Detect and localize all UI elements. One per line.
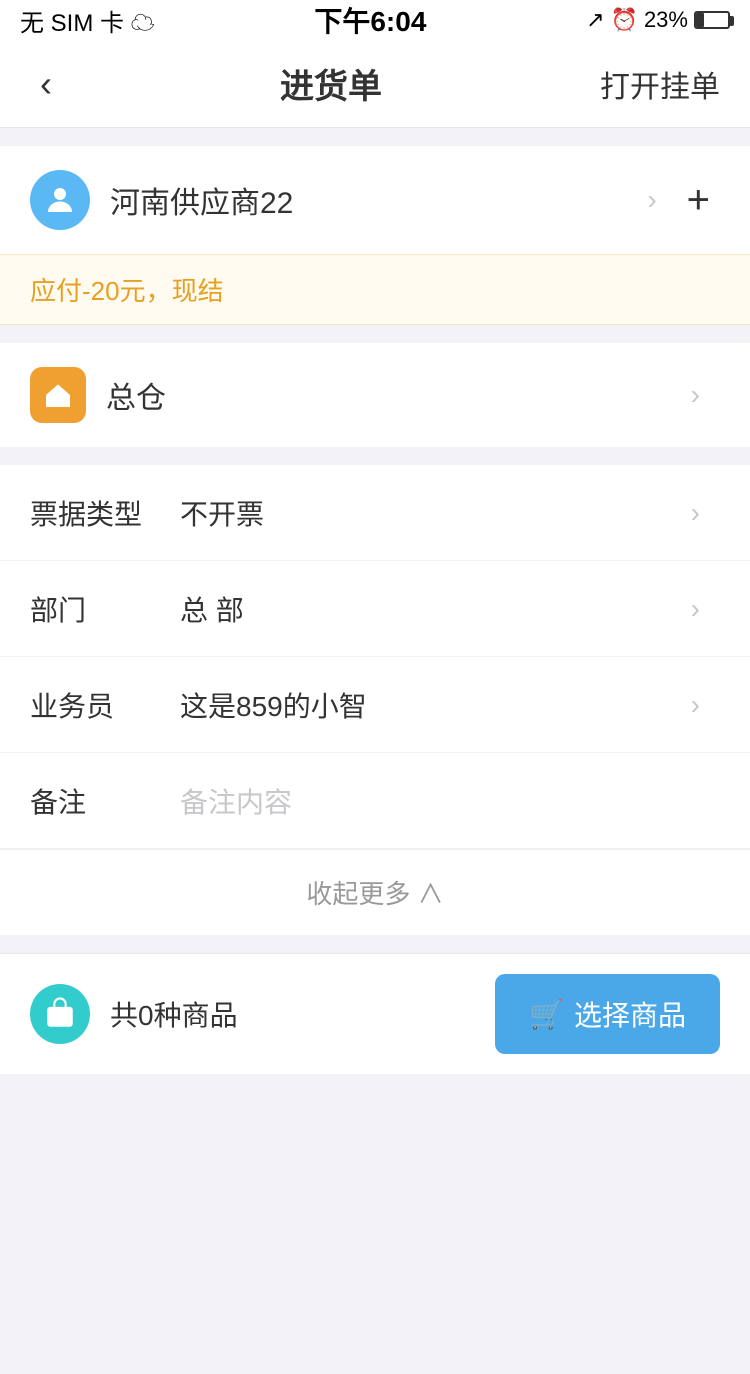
gap-1 [0, 128, 750, 146]
product-icon-circle [30, 984, 90, 1044]
select-product-label: 选择商品 [574, 994, 686, 1034]
invoice-type-chevron-icon: › [691, 497, 700, 529]
form-section: 票据类型 不开票 › 部门 总 部 › 业务员 这是859的小智 › 备注 备注… [0, 465, 750, 935]
add-supplier-button[interactable]: + [677, 178, 720, 223]
salesperson-chevron-icon: › [691, 689, 700, 721]
remark-label: 备注 [30, 781, 150, 821]
salesperson-value: 这是859的小智 [180, 685, 691, 725]
status-right: ↗ ⏰ 23% [586, 7, 730, 33]
invoice-type-value: 不开票 [180, 493, 691, 533]
salesperson-label: 业务员 [30, 685, 150, 725]
warehouse-name: 总仓 [106, 373, 691, 417]
warehouse-row[interactable]: 总仓 › [0, 343, 750, 447]
remark-row[interactable]: 备注 备注内容 [0, 753, 750, 849]
page-title: 进货单 [280, 59, 382, 108]
status-bar: 无 SIM 卡 ☁ 下午6:04 ↗ ⏰ 23% [0, 0, 750, 40]
battery-label: 23% [644, 7, 688, 33]
department-label: 部门 [30, 589, 150, 629]
supplier-section: 河南供应商22 › + 应付-20元，现结 [0, 146, 750, 325]
gap-2 [0, 325, 750, 343]
salesperson-row[interactable]: 业务员 这是859的小智 › [0, 657, 750, 753]
notice-banner: 应付-20元，现结 [0, 254, 750, 325]
status-left: 无 SIM 卡 ☁ [20, 3, 155, 38]
collapse-button[interactable]: 收起更多 ∧ [0, 849, 750, 935]
home-icon [42, 379, 74, 411]
alarm-icon: ⏰ [611, 7, 638, 33]
location-icon: ↗ [586, 7, 604, 33]
department-chevron-icon: › [691, 593, 700, 625]
select-product-button[interactable]: 🛒 选择商品 [495, 974, 720, 1054]
back-button[interactable]: ‹ [30, 53, 62, 115]
supplier-avatar [30, 170, 90, 230]
warehouse-icon [30, 367, 86, 423]
gap-3 [0, 447, 750, 465]
open-pending-button[interactable]: 打开挂单 [600, 62, 720, 106]
sim-label: 无 SIM 卡 ☁ [20, 3, 155, 38]
product-count-label: 共0种商品 [110, 994, 495, 1034]
department-value: 总 部 [180, 589, 691, 629]
supplier-chevron-icon: › [647, 184, 656, 216]
shopping-bag-icon [43, 997, 77, 1031]
supplier-name: 河南供应商22 [110, 178, 647, 222]
collapse-label: 收起更多 ∧ [306, 874, 443, 911]
warehouse-section: 总仓 › [0, 343, 750, 447]
select-product-icon: 🛒 [529, 998, 564, 1031]
invoice-type-label: 票据类型 [30, 493, 150, 533]
page-background [0, 1074, 750, 1374]
warehouse-chevron-icon: › [691, 379, 700, 411]
nav-bar: ‹ 进货单 打开挂单 [0, 40, 750, 128]
department-row[interactable]: 部门 总 部 › [0, 561, 750, 657]
remark-placeholder: 备注内容 [180, 781, 720, 821]
person-icon [42, 182, 78, 218]
bottom-bar: 共0种商品 🛒 选择商品 [0, 953, 750, 1074]
status-time: 下午6:04 [314, 0, 426, 40]
invoice-type-row[interactable]: 票据类型 不开票 › [0, 465, 750, 561]
supplier-row[interactable]: 河南供应商22 › + [0, 146, 750, 254]
battery-icon [694, 11, 730, 29]
